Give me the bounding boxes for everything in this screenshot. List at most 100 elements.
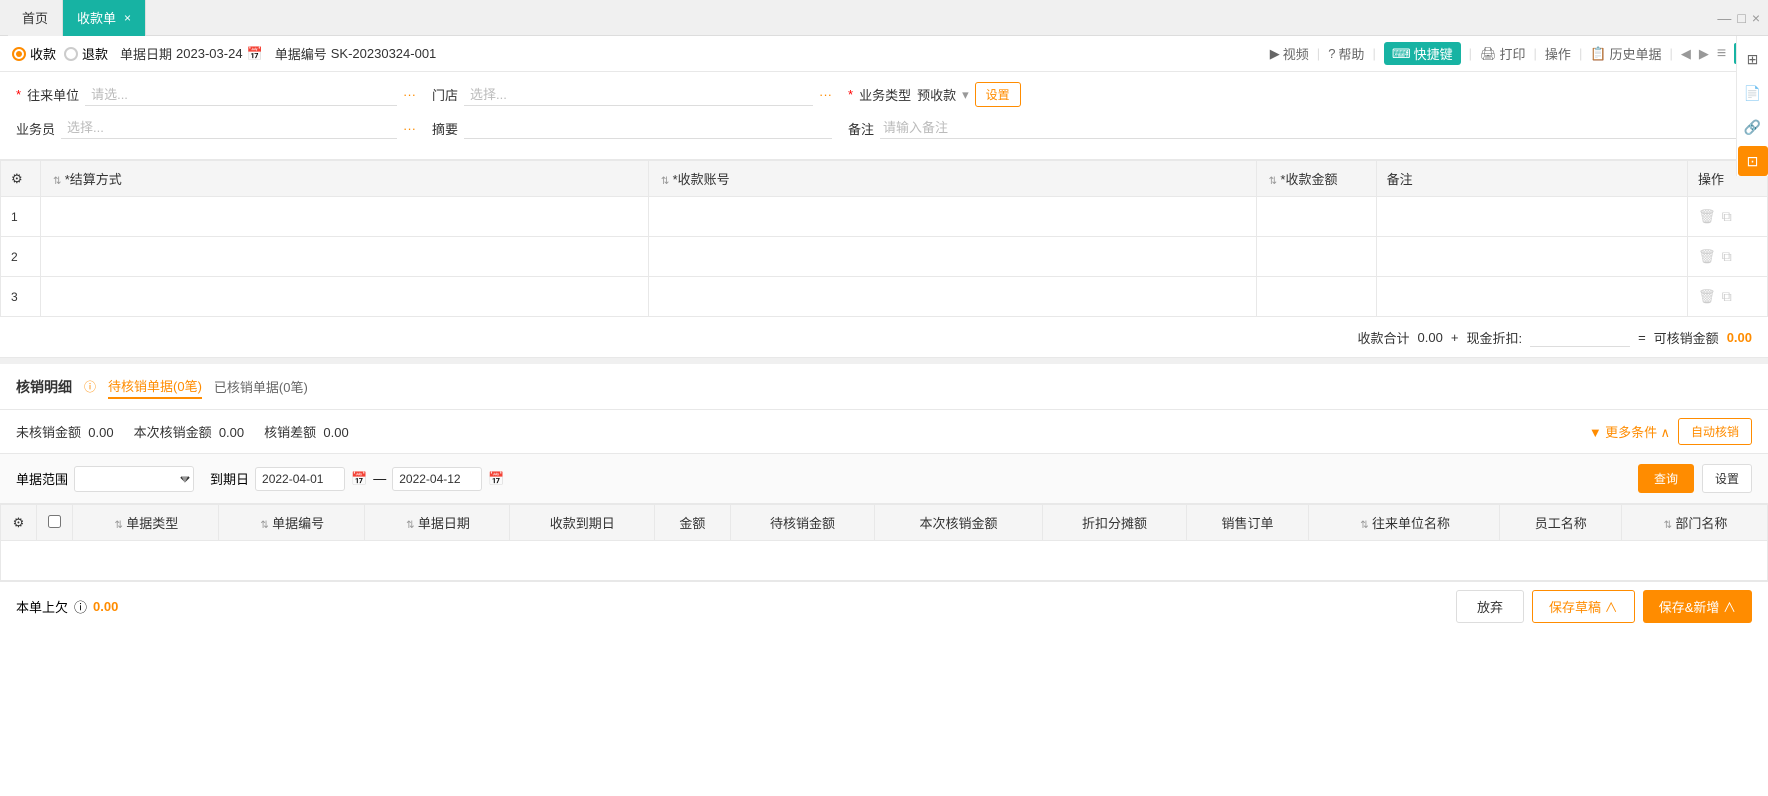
delete-icon-2[interactable]: 🗑: [1698, 248, 1716, 265]
delete-icon-1[interactable]: 🗑: [1698, 208, 1716, 225]
notes-field: 备注: [848, 117, 1752, 139]
date-from-input[interactable]: [255, 467, 345, 491]
tab-receipt[interactable]: 收款单 ×: [63, 0, 146, 36]
col-due-label: 收款到期日: [550, 516, 615, 531]
settlement-cell-1[interactable]: [41, 197, 649, 237]
tab-close-icon[interactable]: ×: [124, 11, 131, 25]
footer-info-icon[interactable]: ⓘ: [74, 597, 87, 616]
amount-cell-1[interactable]: [1256, 197, 1376, 237]
pending-tab[interactable]: 待核销单据(0笔): [108, 374, 202, 399]
history-button[interactable]: 📋 历史单据: [1590, 44, 1661, 63]
window-minimize-icon[interactable]: —: [1717, 10, 1731, 26]
table-row: 2 🗑 ⧉: [1, 237, 1768, 277]
print-icon: 🖨: [1480, 46, 1497, 62]
account-cell-2[interactable]: [648, 237, 1256, 277]
amount-cell-2[interactable]: [1256, 237, 1376, 277]
notes-input[interactable]: [880, 117, 1752, 139]
form-row-2: 业务员 ··· 摘要 备注: [16, 117, 1752, 139]
settlement-cell-2[interactable]: [41, 237, 649, 277]
nav-next-icon[interactable]: ▶: [1699, 46, 1709, 62]
date-calendar-icon[interactable]: 📅: [247, 46, 263, 62]
counterpart-input[interactable]: [85, 84, 397, 106]
radio-refund[interactable]: 退款: [64, 44, 108, 63]
bottom-col-number: ⇅ 单据编号: [218, 505, 364, 541]
col-order-label: 销售订单: [1222, 516, 1274, 531]
salesperson-more-btn[interactable]: ···: [403, 121, 416, 136]
date-range: 📅 — 📅: [255, 467, 504, 491]
date-to-input[interactable]: [392, 467, 482, 491]
copy-icon-1[interactable]: ⧉: [1722, 208, 1732, 225]
counterpart-field: * 往来单位 ···: [16, 84, 416, 106]
right-sidebar: ⊞ 📄 🔗 ⊡: [1736, 36, 1768, 176]
list-view-icon[interactable]: ≡: [1717, 45, 1726, 63]
select-all-checkbox[interactable]: [48, 515, 61, 528]
action-cell-2: 🗑 ⧉: [1688, 237, 1768, 277]
sidebar-screen-icon[interactable]: ⊡: [1738, 146, 1768, 176]
salesperson-input[interactable]: [61, 117, 397, 139]
account-cell-3[interactable]: [648, 277, 1256, 317]
notes-cell-1[interactable]: [1376, 197, 1687, 237]
more-filter-btn[interactable]: ▼ 更多条件 ∧: [1589, 422, 1670, 441]
amount-cell-3[interactable]: [1256, 277, 1376, 317]
radio-refund-label: 退款: [82, 44, 108, 63]
filter-setting-button[interactable]: 设置: [1702, 464, 1752, 493]
radio-receive[interactable]: 收款: [12, 44, 56, 63]
done-tab[interactable]: 已核销单据(0笔): [214, 377, 308, 396]
bottom-col-checkbox[interactable]: [37, 505, 73, 541]
reconciliation-info-icon[interactable]: ⓘ: [84, 378, 96, 395]
bottom-col-settings[interactable]: ⚙: [1, 505, 37, 541]
account-cell-1[interactable]: [648, 197, 1256, 237]
form-section: * 往来单位 ··· 门店 ··· * 业务类型 预收款 ▾ 设置 业务员: [0, 72, 1768, 160]
single-date-field: 单据日期 2023-03-24 📅: [120, 44, 263, 63]
col-this-amount-label: 本次核销金额: [919, 516, 997, 531]
discount-input[interactable]: [1530, 327, 1630, 347]
help-button[interactable]: ? 帮助: [1328, 44, 1364, 63]
range-field: 单据范围 ▾: [16, 466, 194, 492]
store-more-btn[interactable]: ···: [819, 87, 832, 102]
radio-receive-label: 收款: [30, 44, 56, 63]
date-to-calendar-icon[interactable]: 📅: [488, 471, 504, 487]
save-draft-button[interactable]: 保存草稿 ∧: [1532, 590, 1635, 623]
bottom-table-wrapper: ⚙ ⇅ 单据类型 ⇅ 单据编号: [0, 504, 1768, 581]
sidebar-attach-icon[interactable]: 🔗: [1738, 112, 1768, 142]
delete-icon-3[interactable]: 🗑: [1698, 288, 1716, 305]
store-input[interactable]: [464, 84, 813, 106]
settlement-cell-3[interactable]: [41, 277, 649, 317]
query-button[interactable]: 查询: [1638, 464, 1694, 493]
col-amount-label: 金额: [679, 516, 705, 531]
row-index-3: 3: [1, 277, 41, 317]
range-select[interactable]: [74, 466, 194, 492]
tab-home[interactable]: 首页: [8, 0, 63, 36]
video-button[interactable]: ▶ 视频: [1270, 44, 1309, 63]
nav-prev-icon[interactable]: ◀: [1681, 46, 1691, 62]
single-number-field: 单据编号 SK-20230324-001: [275, 44, 437, 63]
copy-icon-2[interactable]: ⧉: [1722, 248, 1732, 265]
sidebar-document-icon[interactable]: 📄: [1738, 78, 1768, 108]
counterpart-more-btn[interactable]: ···: [403, 87, 416, 102]
sort-icon-settlement: ⇅: [53, 176, 61, 187]
col-settings-header[interactable]: ⚙: [1, 161, 41, 197]
window-maximize-icon[interactable]: □: [1737, 10, 1745, 26]
net-value: 0.00: [1727, 330, 1752, 345]
business-type-dropdown[interactable]: ▾: [962, 87, 969, 103]
operate-button[interactable]: 操作: [1545, 44, 1571, 63]
bottom-col-dept: ⇅ 部门名称: [1622, 505, 1768, 541]
date-from-calendar-icon[interactable]: 📅: [351, 471, 367, 487]
bottom-col-discount: 折扣分摊额: [1042, 505, 1187, 541]
notes-cell-3[interactable]: [1376, 277, 1687, 317]
unreconciled-item: 未核销金额 0.00: [16, 422, 114, 441]
print-label: 打印: [1500, 44, 1526, 63]
form-row-1: * 往来单位 ··· 门店 ··· * 业务类型 预收款 ▾ 设置: [16, 82, 1752, 107]
shortcut-button[interactable]: ⌨ 快捷键: [1384, 42, 1461, 65]
save-new-button[interactable]: 保存&新增 ∧: [1643, 590, 1752, 623]
copy-icon-3[interactable]: ⧉: [1722, 288, 1732, 305]
summary-input[interactable]: [464, 117, 832, 139]
window-close-icon[interactable]: ×: [1752, 10, 1760, 26]
print-button[interactable]: 🖨 打印: [1480, 44, 1526, 63]
discard-button[interactable]: 放弃: [1456, 590, 1524, 623]
required-star-business: *: [848, 87, 853, 102]
notes-cell-2[interactable]: [1376, 237, 1687, 277]
auto-reconcile-button[interactable]: 自动核销: [1678, 418, 1752, 445]
setting-button[interactable]: 设置: [975, 82, 1021, 107]
sidebar-table-icon[interactable]: ⊞: [1738, 44, 1768, 74]
